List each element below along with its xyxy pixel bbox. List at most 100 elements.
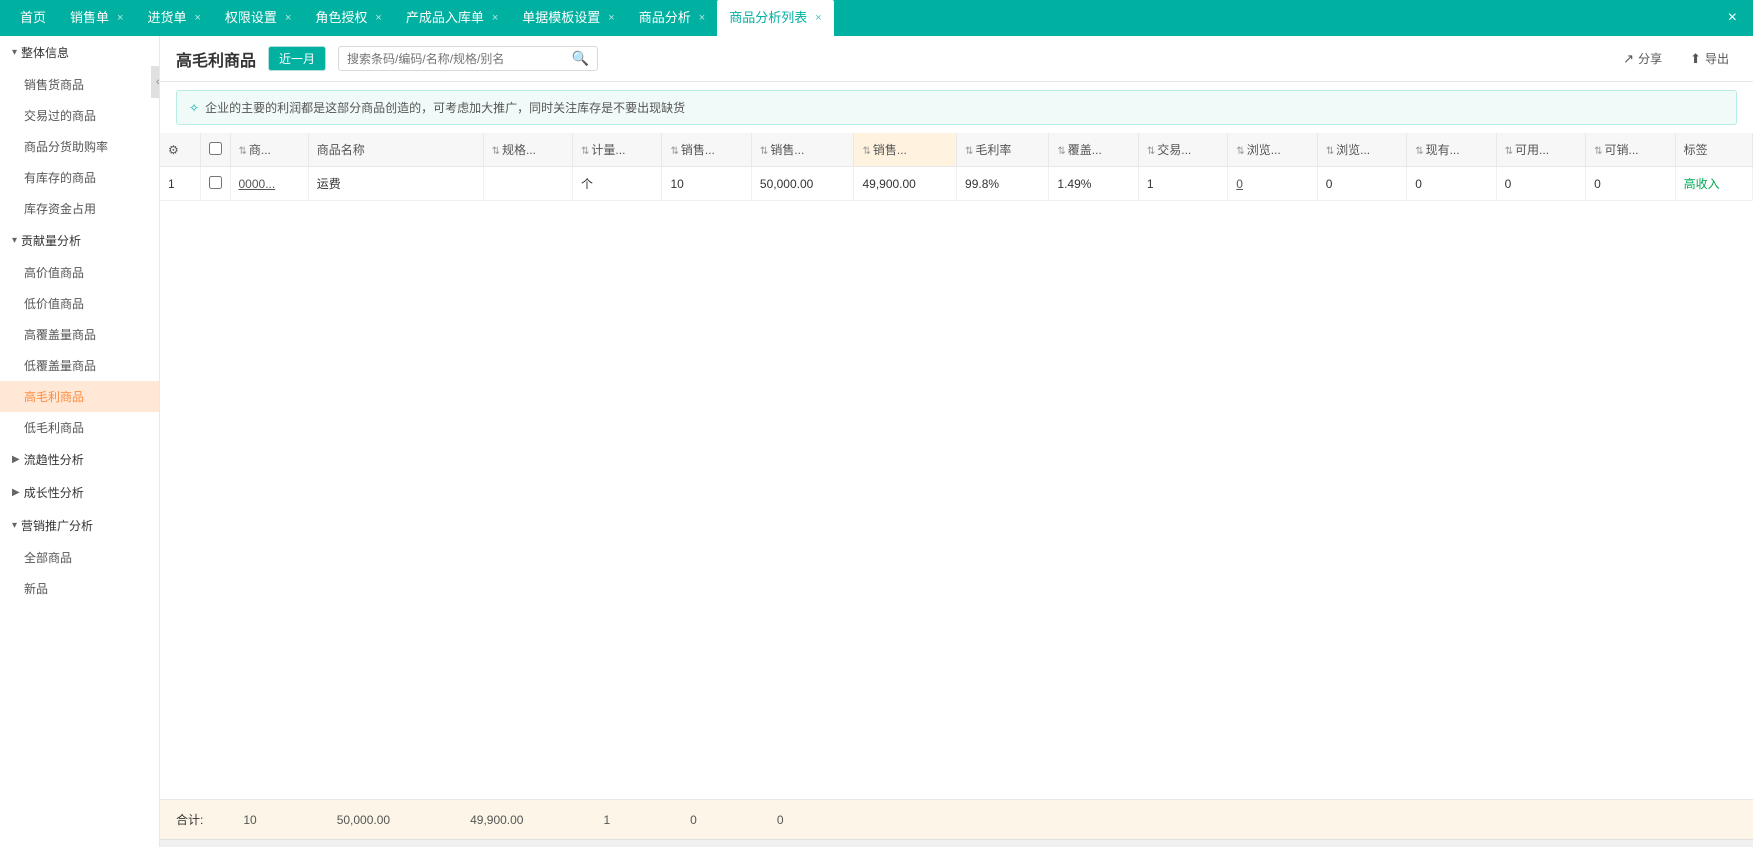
search-icon[interactable]: 🔍 <box>572 50 589 67</box>
close-template-tab[interactable]: × <box>608 0 614 36</box>
close-role-tab[interactable]: × <box>375 0 381 36</box>
sidebar-section-overall-label: 整体信息 <box>21 44 69 61</box>
page-title: 高毛利商品 <box>176 47 256 71</box>
nav-permission[interactable]: 权限设置 × <box>213 0 303 36</box>
info-banner: ✧ 企业的主要的利润都是这部分商品创造的，可考虑加大推广，同时关注库存是不要出现… <box>176 90 1737 125</box>
nav-sales[interactable]: 销售单 × <box>58 0 135 36</box>
sidebar-item-low-coverage[interactable]: 低覆盖量商品 <box>0 350 159 381</box>
cell-name: 运费 <box>308 167 483 201</box>
sidebar-item-inventory-capital[interactable]: 库存资金占用 <box>0 193 159 224</box>
th-gross-rate[interactable]: ⇅毛利率 <box>957 133 1049 167</box>
table-wrapper: ⚙ ⇅商... 商品名称 ⇅规格... <box>160 133 1753 799</box>
cell-sales3: 49,900.00 <box>854 167 957 201</box>
export-button[interactable]: ⬆ 导出 <box>1682 47 1737 70</box>
sidebar-item-sales-goods[interactable]: 销售货商品 <box>0 69 159 100</box>
close-purchase-tab[interactable]: × <box>194 0 200 36</box>
cell-code[interactable]: 0000... <box>230 167 308 201</box>
sidebar-item-in-stock[interactable]: 有库存的商品 <box>0 162 159 193</box>
nav-role[interactable]: 角色授权 × <box>303 0 393 36</box>
filter-recent-month-button[interactable]: 近一月 <box>268 46 326 71</box>
cell-index: 1 <box>160 167 200 201</box>
sidebar-section-overall[interactable]: ▾ 整体信息 <box>0 36 159 69</box>
cell-available: 0 <box>1496 167 1585 201</box>
th-coverage[interactable]: ⇅覆盖... <box>1049 133 1138 167</box>
nav-product-storage[interactable]: 产成品入库单 × <box>394 0 510 36</box>
cell-sales1: 10 <box>662 167 751 201</box>
th-sales3[interactable]: ⇅销售... <box>854 133 957 167</box>
th-checkbox[interactable] <box>200 133 230 167</box>
th-unit[interactable]: ⇅计量... <box>573 133 662 167</box>
sidebar-item-low-value[interactable]: 低价值商品 <box>0 288 159 319</box>
sidebar-section-growth[interactable]: ▶ 成长性分析 <box>0 476 159 509</box>
th-sales2[interactable]: ⇅销售... <box>751 133 854 167</box>
th-sales1[interactable]: ⇅销售... <box>662 133 751 167</box>
data-table: ⚙ ⇅商... 商品名称 ⇅规格... <box>160 133 1753 201</box>
row-checkbox[interactable] <box>209 176 222 189</box>
sidebar-section-marketing-label: 营销推广分析 <box>21 517 93 534</box>
sidebar-collapse-button[interactable]: « <box>151 66 160 98</box>
th-browse1[interactable]: ⇅浏览... <box>1228 133 1317 167</box>
sidebar-item-high-coverage[interactable]: 高覆盖量商品 <box>0 319 159 350</box>
th-tag: 标签 <box>1675 133 1752 167</box>
search-box: 🔍 <box>338 46 598 71</box>
cell-current: 0 <box>1407 167 1496 201</box>
search-input[interactable] <box>347 52 566 66</box>
nav-analysis[interactable]: 商品分析 × <box>627 0 717 36</box>
nav-analysis-list[interactable]: 商品分析列表 × <box>717 0 833 36</box>
sidebar-section-contribution-label: 贡献量分析 <box>21 232 81 249</box>
footer-saleable: 0 <box>777 813 784 827</box>
footer-values: 10 50,000.00 49,900.00 1 0 0 <box>243 813 783 827</box>
sidebar-item-new-goods[interactable]: 新品 <box>0 573 159 604</box>
cell-transaction: 1 <box>1138 167 1227 201</box>
footer-total-label: 合计: <box>176 811 203 828</box>
th-browse2[interactable]: ⇅浏览... <box>1317 133 1406 167</box>
th-code[interactable]: ⇅商... <box>230 133 308 167</box>
share-button[interactable]: ↗ 分享 <box>1615 47 1670 70</box>
sidebar-item-traded-goods[interactable]: 交易过的商品 <box>0 100 159 131</box>
cell-sales2: 50,000.00 <box>751 167 854 201</box>
cell-spec <box>483 167 572 201</box>
sidebar-item-all-goods[interactable]: 全部商品 <box>0 542 159 573</box>
close-analysis-tab[interactable]: × <box>699 0 705 36</box>
chevron-right-icon-2: ▶ <box>12 487 20 498</box>
chevron-right-icon: ▶ <box>12 454 20 465</box>
sidebar-item-high-value[interactable]: 高价值商品 <box>0 257 159 288</box>
close-all-button[interactable]: × <box>1720 9 1745 27</box>
close-permission-tab[interactable]: × <box>285 0 291 36</box>
tag-label: 高收入 <box>1684 177 1720 191</box>
chevron-down-icon: ▾ <box>12 47 17 58</box>
sidebar-section-marketing[interactable]: ▾ 营销推广分析 <box>0 509 159 542</box>
chevron-down-icon-3: ▾ <box>12 520 17 531</box>
cell-browse1[interactable]: 0 <box>1228 167 1317 201</box>
top-navigation: 首页 销售单 × 进货单 × 权限设置 × 角色授权 × 产成品入库单 × 单据… <box>0 0 1753 36</box>
nav-template[interactable]: 单据模板设置 × <box>510 0 626 36</box>
table-row: 1 0000... 运费 个 10 50,000.00 49,900.00 99… <box>160 167 1753 201</box>
nav-home[interactable]: 首页 <box>8 0 58 36</box>
sidebar-section-trend[interactable]: ▶ 流趋性分析 <box>0 443 159 476</box>
sidebar-item-purchase-rate[interactable]: 商品分货助购率 <box>0 131 159 162</box>
horizontal-scrollbar[interactable] <box>160 839 1753 847</box>
th-current[interactable]: ⇅现有... <box>1407 133 1496 167</box>
info-icon: ✧ <box>189 101 199 115</box>
cell-checkbox[interactable] <box>200 167 230 201</box>
sidebar-item-low-margin[interactable]: 低毛利商品 <box>0 412 159 443</box>
th-saleable[interactable]: ⇅可销... <box>1586 133 1675 167</box>
nav-purchase[interactable]: 进货单 × <box>135 0 212 36</box>
footer-available: 0 <box>690 813 697 827</box>
content-area: 高毛利商品 近一月 🔍 ↗ 分享 ⬆ 导出 ✧ 企业的主要的利润都是这部分商品创… <box>160 36 1753 847</box>
close-analysis-list-tab[interactable]: × <box>815 0 821 36</box>
cell-unit: 个 <box>573 167 662 201</box>
footer-sales1: 10 <box>243 813 256 827</box>
th-spec[interactable]: ⇅规格... <box>483 133 572 167</box>
select-all-checkbox[interactable] <box>209 142 222 155</box>
th-settings[interactable]: ⚙ <box>160 133 200 167</box>
close-product-storage-tab[interactable]: × <box>492 0 498 36</box>
th-available[interactable]: ⇅可用... <box>1496 133 1585 167</box>
sidebar-item-high-margin[interactable]: 高毛利商品 <box>0 381 159 412</box>
sidebar: « ▾ 整体信息 销售货商品 交易过的商品 商品分货助购率 有库存的商品 库存资… <box>0 36 160 847</box>
sidebar-section-contribution[interactable]: ▾ 贡献量分析 <box>0 224 159 257</box>
close-sales-tab[interactable]: × <box>117 0 123 36</box>
share-icon: ↗ <box>1623 51 1634 67</box>
th-transaction[interactable]: ⇅交易... <box>1138 133 1227 167</box>
table-header-row: ⚙ ⇅商... 商品名称 ⇅规格... <box>160 133 1753 167</box>
